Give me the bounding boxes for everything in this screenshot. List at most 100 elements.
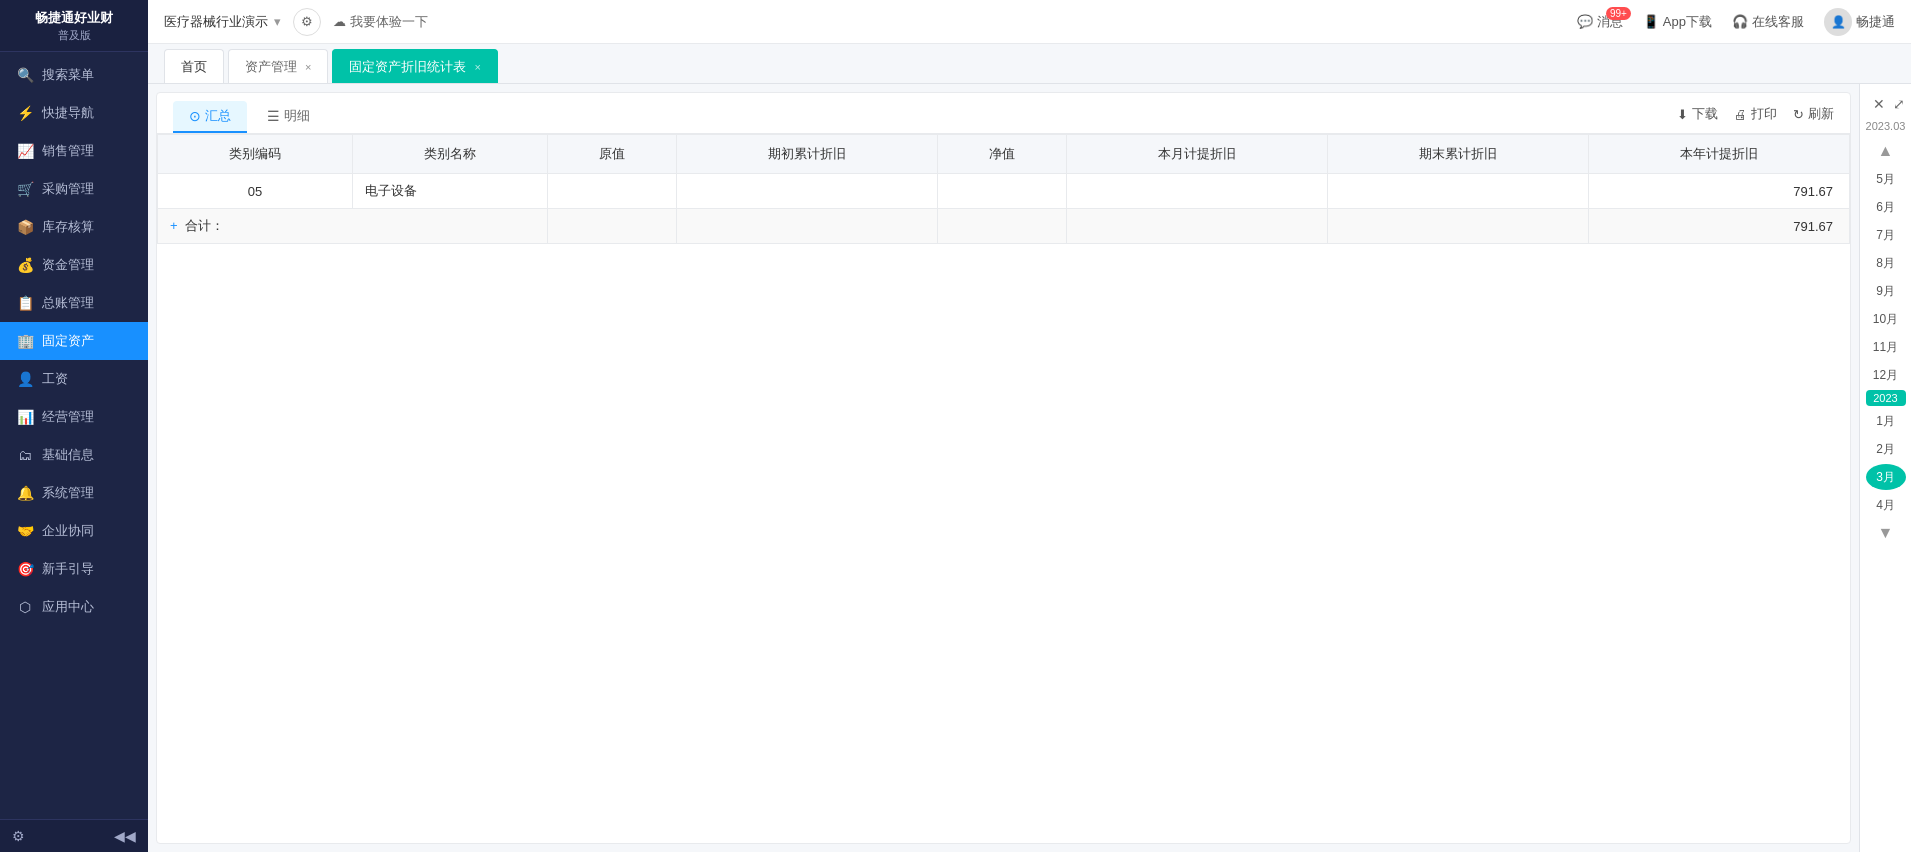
app-center-icon: ⬡ (16, 598, 34, 616)
month-item[interactable]: 1月 (1866, 408, 1906, 434)
quick-nav-icon: ⚡ (16, 104, 34, 122)
sidebar-item-enterprise[interactable]: 🤝 企业协同 (0, 512, 148, 550)
print-button[interactable]: 🖨 打印 (1734, 105, 1777, 123)
month-item[interactable]: 2月 (1866, 436, 1906, 462)
system-icon: 🔔 (16, 484, 34, 502)
purchase-icon: 🛒 (16, 180, 34, 198)
headset-icon: 🎧 (1732, 14, 1748, 29)
month-item[interactable]: 7月 (1866, 222, 1906, 248)
sidebar-item-app-center[interactable]: ⬡ 应用中心 (0, 588, 148, 626)
cell-monthly-dep (1067, 174, 1328, 209)
inventory-icon: 📦 (16, 218, 34, 236)
topbar: 医疗器械行业演示 ▾ ⚙ ☁ 我要体验一下 💬 消息 99+ 📱 App下载 (148, 0, 1911, 44)
cell-category-code: 05 (158, 174, 353, 209)
panel-date-label: 2023.03 (1866, 118, 1906, 136)
refresh-button[interactable]: ↻ 刷新 (1793, 105, 1834, 123)
cell-net-value (938, 174, 1067, 209)
app-name: 畅捷通好业财 (35, 10, 113, 26)
gear-icon: ⚙ (301, 14, 313, 29)
tab-asset-management[interactable]: 资产管理 × (228, 49, 328, 83)
company-selector[interactable]: 医疗器械行业演示 ▾ (164, 13, 281, 31)
month-item[interactable]: 3月 (1866, 464, 1906, 490)
month-scroll-down[interactable]: ▼ (1874, 520, 1898, 546)
sidebar-bottom: ⚙ ◀◀ (0, 819, 148, 852)
sidebar-collapse-icon[interactable]: ◀◀ (114, 828, 136, 844)
total-annual-dep: 791.67 (1589, 209, 1850, 244)
cell-category-name: 电子设备 (353, 174, 548, 209)
tab-fixed-asset-depreciation-close[interactable]: × (474, 61, 480, 73)
settings-button[interactable]: ⚙ (293, 8, 321, 36)
month-item[interactable]: 12月 (1866, 362, 1906, 388)
avatar: 👤 (1824, 8, 1852, 36)
sidebar-item-sales[interactable]: 📈 销售管理 (0, 132, 148, 170)
sidebar-item-label: 搜索菜单 (42, 66, 94, 84)
download-icon: ⬇ (1677, 107, 1688, 122)
col-category-name: 类别名称 (353, 135, 548, 174)
sidebar-item-purchase[interactable]: 🛒 采购管理 (0, 170, 148, 208)
sub-tab-detail[interactable]: ☰ 明细 (251, 101, 326, 133)
right-panel: ✕ ⤢ 2023.03 ▲5月6月7月8月9月10月11月12月20231月2月… (1859, 84, 1911, 852)
user-menu[interactable]: 👤 畅捷通 (1824, 8, 1895, 36)
sidebar-item-fixed-asset[interactable]: 🏢 固定资产 (0, 322, 148, 360)
sidebar-item-inventory[interactable]: 📦 库存核算 (0, 208, 148, 246)
topbar-right: 💬 消息 99+ 📱 App下载 🎧 在线客服 👤 畅捷通 (1577, 8, 1895, 36)
month-item[interactable]: 6月 (1866, 194, 1906, 220)
tab-asset-management-close[interactable]: × (305, 61, 311, 73)
sidebar-item-quick-nav[interactable]: ⚡ 快捷导航 (0, 94, 148, 132)
expand-icon[interactable]: + (170, 218, 178, 233)
customer-service-button[interactable]: 🎧 在线客服 (1732, 13, 1804, 31)
summary-icon: ⊙ (189, 108, 201, 124)
app-edition: 普及版 (58, 28, 91, 43)
sidebar-item-label: 总账管理 (42, 294, 94, 312)
tab-fixed-asset-depreciation[interactable]: 固定资产折旧统计表 × (332, 49, 497, 83)
cell-accumulated-start (677, 174, 938, 209)
sidebar-item-search[interactable]: 🔍 搜索菜单 (0, 56, 148, 94)
month-item[interactable]: 4月 (1866, 492, 1906, 518)
home-label: 首页 (181, 58, 207, 76)
chevron-down-icon: ▾ (274, 14, 281, 29)
sub-tab-summary[interactable]: ⊙ 汇总 (173, 101, 247, 133)
month-item[interactable]: 8月 (1866, 250, 1906, 276)
sidebar-item-label: 销售管理 (42, 142, 94, 160)
total-label: + 合计： (158, 209, 548, 244)
month-item[interactable]: 11月 (1866, 334, 1906, 360)
sidebar-nav: 🔍 搜索菜单 ⚡ 快捷导航 📈 销售管理 🛒 采购管理 📦 库存核算 💰 资金管… (0, 52, 148, 819)
cell-annual-dep: 791.67 (1589, 174, 1850, 209)
sidebar-item-label: 快捷导航 (42, 104, 94, 122)
sidebar-item-guide[interactable]: 🎯 新手引导 (0, 550, 148, 588)
sidebar-settings-icon[interactable]: ⚙ (12, 828, 25, 844)
message-badge: 99+ (1606, 7, 1631, 20)
sidebar-item-label: 经营管理 (42, 408, 94, 426)
operations-icon: 📊 (16, 408, 34, 426)
panel-close-icon[interactable]: ✕ (1871, 94, 1887, 114)
app-download-button[interactable]: 📱 App下载 (1643, 13, 1712, 31)
user-icon: 👤 (1831, 15, 1846, 29)
message-button[interactable]: 💬 消息 99+ (1577, 13, 1623, 31)
sidebar-item-operations[interactable]: 📊 经营管理 (0, 398, 148, 436)
total-accumulated-start (677, 209, 938, 244)
table-row: 05 电子设备 791.67 (158, 174, 1850, 209)
total-row: + 合计： 791.67 (158, 209, 1850, 244)
download-button[interactable]: ⬇ 下载 (1677, 105, 1718, 123)
month-scroll-up[interactable]: ▲ (1874, 138, 1898, 164)
sidebar-item-payroll[interactable]: 👤 工资 (0, 360, 148, 398)
cell-accumulated-end (1328, 174, 1589, 209)
month-item[interactable]: 10月 (1866, 306, 1906, 332)
sidebar-item-basic-info[interactable]: 🗂 基础信息 (0, 436, 148, 474)
search-icon: 🔍 (16, 66, 34, 84)
month-item[interactable]: 9月 (1866, 278, 1906, 304)
tab-home[interactable]: 首页 (164, 49, 224, 83)
sidebar-item-system[interactable]: 🔔 系统管理 (0, 474, 148, 512)
experience-button[interactable]: ☁ 我要体验一下 (333, 13, 428, 31)
month-item[interactable]: 5月 (1866, 166, 1906, 192)
tabs-bar: 首页 资产管理 × 固定资产折旧统计表 × (148, 44, 1911, 84)
panel-expand-icon[interactable]: ⤢ (1891, 94, 1907, 114)
message-icon: 💬 (1577, 14, 1593, 29)
content-area: ⊙ 汇总 ☰ 明细 ⬇ 下载 🖨 打印 (156, 92, 1851, 844)
col-net-value: 净值 (938, 135, 1067, 174)
sidebar-item-finance[interactable]: 💰 资金管理 (0, 246, 148, 284)
col-accumulated-end: 期末累计折旧 (1328, 135, 1589, 174)
sidebar-item-label: 企业协同 (42, 522, 94, 540)
logo-area: 畅捷通好业财 普及版 (0, 0, 148, 52)
sidebar-item-general-ledger[interactable]: 📋 总账管理 (0, 284, 148, 322)
